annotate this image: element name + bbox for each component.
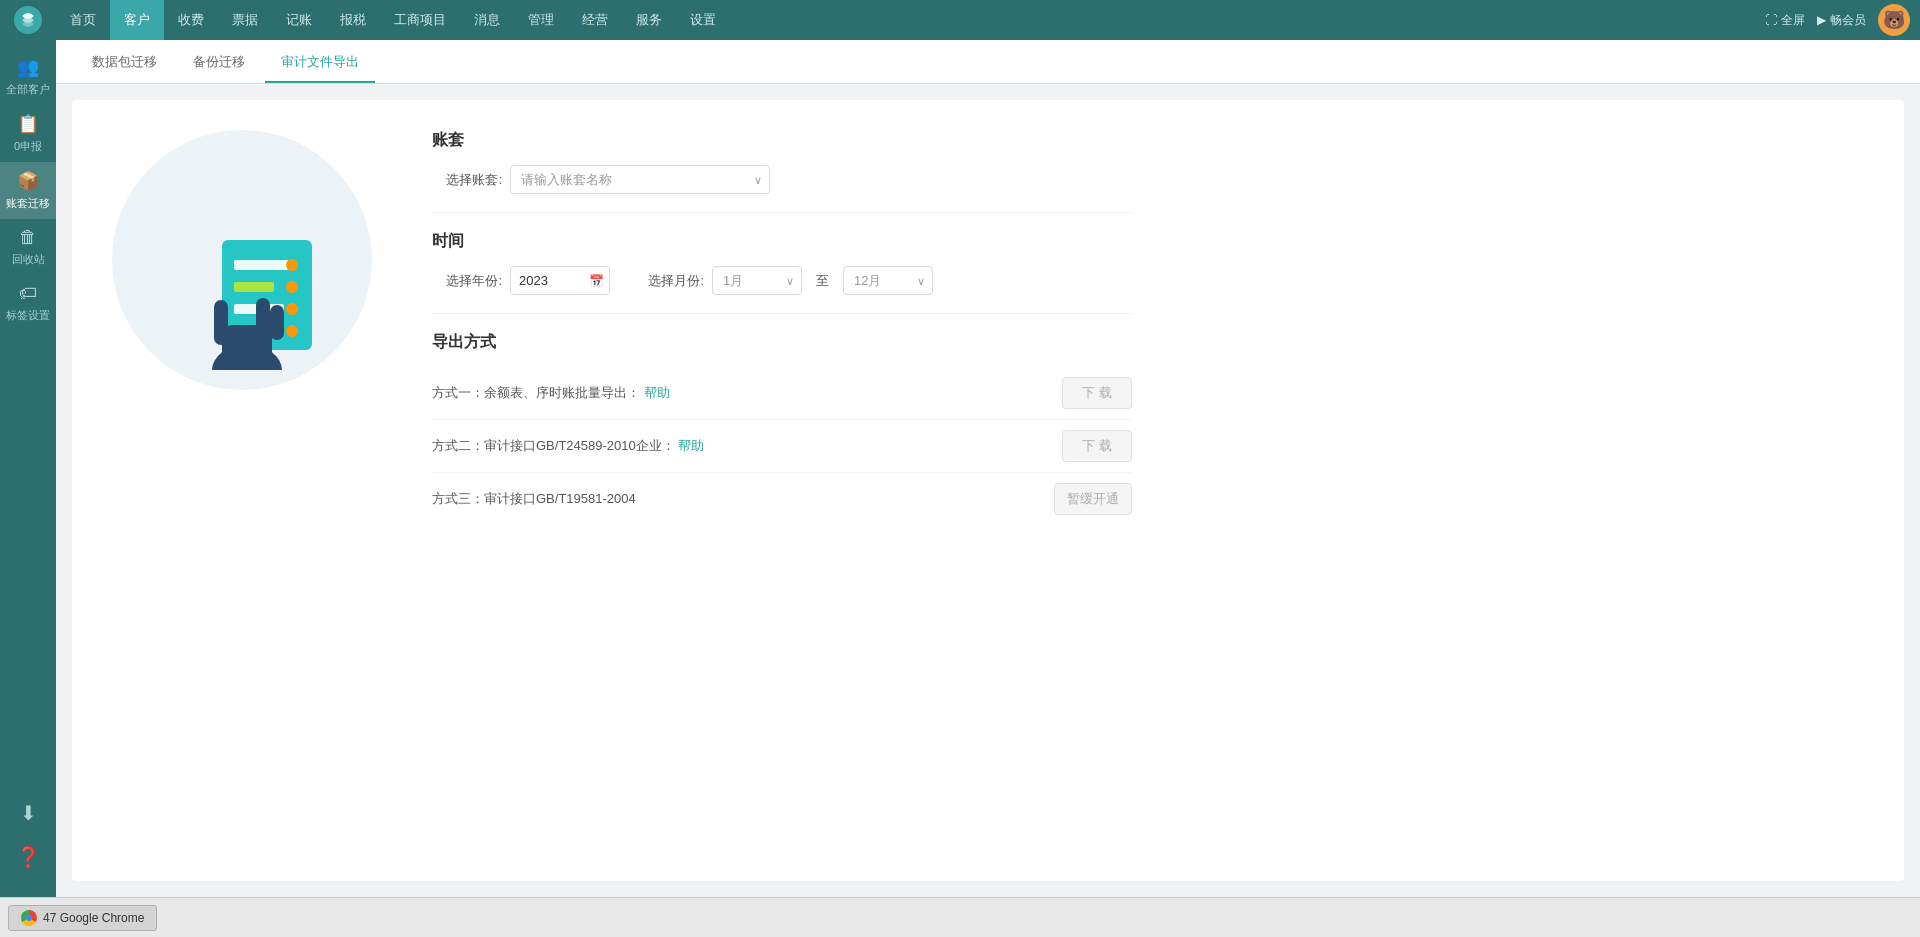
export-method-1-download-button[interactable]: 下 载 (1062, 377, 1132, 409)
top-navigation: 首页 客户 收费 票据 记账 报税 工商项目 消息 管理 经营 服务 设置 ⛶ … (0, 0, 1920, 40)
svg-rect-12 (214, 300, 228, 345)
sidebar-item-recycle-bin[interactable]: 🗑 回收站 (0, 219, 56, 275)
month-end-wrapper: 1月2月3月4月 5月6月7月8月 9月10月11月12月 (843, 266, 933, 295)
content-area: 数据包迁移 备份迁移 审计文件导出 (56, 40, 1920, 897)
month-label: 选择月份: (634, 272, 704, 290)
nav-home[interactable]: 首页 (56, 0, 110, 40)
taskbar: 47 Google Chrome (0, 897, 1920, 937)
app-logo (10, 2, 46, 38)
member-button[interactable]: ▶ 畅会员 (1817, 12, 1866, 29)
fullscreen-icon: ⛶ (1765, 13, 1777, 27)
export-method-3-coming-soon-button[interactable]: 暂缓开通 (1054, 483, 1132, 515)
account-migration-icon: 📦 (17, 170, 39, 192)
account-select-wrapper: 请输入账套名称 (510, 165, 770, 194)
illustration-container (112, 130, 372, 390)
sidebar-item-all-customers[interactable]: 👥 全部客户 (0, 48, 56, 105)
chrome-icon (21, 910, 37, 926)
time-row: 选择年份: 选择月份: 1月2月3月4月 5月6月7月8月 9月10月11月12… (432, 266, 1132, 295)
account-select-row: 选择账套: 请输入账套名称 (432, 165, 1132, 194)
nav-fees[interactable]: 收费 (164, 0, 218, 40)
time-section-title: 时间 (432, 231, 1132, 252)
page-content: 账套 选择账套: 请输入账套名称 时间 选择年份: (72, 100, 1904, 881)
main-layout: 👥 全部客户 📋 0申报 📦 账套迁移 🗑 回收站 🏷 标签设置 ⬇ ❓ 数据包… (0, 40, 1920, 897)
tag-settings-icon: 🏷 (19, 283, 37, 304)
svg-point-8 (286, 303, 298, 315)
avatar[interactable]: 🐻 (1878, 4, 1910, 36)
svg-rect-13 (256, 298, 270, 340)
year-input-wrapper (510, 266, 610, 295)
sidebar-bottom: ⬇ ❓ (8, 793, 48, 889)
account-select-label: 选择账套: (432, 171, 502, 189)
svg-rect-3 (234, 282, 274, 292)
svg-point-6 (286, 259, 298, 271)
sidebar-item-account-migration[interactable]: 📦 账套迁移 (0, 162, 56, 219)
account-select[interactable]: 请输入账套名称 (510, 165, 770, 194)
sidebar-help-icon[interactable]: ❓ (8, 837, 48, 877)
svg-rect-2 (234, 260, 289, 270)
export-method-3-desc: 方式三：审计接口GB/T19581-2004 (432, 490, 636, 508)
export-method-2-download-button[interactable]: 下 载 (1062, 430, 1132, 462)
to-text: 至 (816, 272, 829, 290)
export-method-1-desc: 方式一：余额表、序时账批量导出： 帮助 (432, 384, 670, 402)
month-start-select[interactable]: 1月2月3月4月 5月6月7月8月 9月10月11月12月 (712, 266, 802, 295)
year-label: 选择年份: (432, 272, 502, 290)
recycle-bin-icon: 🗑 (19, 227, 37, 248)
nav-tax[interactable]: 报税 (326, 0, 380, 40)
illustration-circle (112, 130, 372, 390)
nav-invoices[interactable]: 票据 (218, 0, 272, 40)
tabs-bar: 数据包迁移 备份迁移 审计文件导出 (56, 40, 1920, 84)
form-panel: 账套 选择账套: 请输入账套名称 时间 选择年份: (432, 130, 1132, 525)
nav-services[interactable]: 服务 (622, 0, 676, 40)
nav-items: 首页 客户 收费 票据 记账 报税 工商项目 消息 管理 经营 服务 设置 (56, 0, 1765, 40)
taskbar-chrome-label: 47 Google Chrome (43, 911, 144, 925)
zero-declaration-icon: 📋 (17, 113, 39, 135)
nav-messages[interactable]: 消息 (460, 0, 514, 40)
taskbar-chrome-item[interactable]: 47 Google Chrome (8, 905, 157, 931)
export-section-title: 导出方式 (432, 332, 1132, 353)
section-divider-2 (432, 313, 1132, 314)
nav-customers[interactable]: 客户 (110, 0, 164, 40)
all-customers-icon: 👥 (17, 56, 39, 78)
nav-accounting[interactable]: 记账 (272, 0, 326, 40)
sidebar-item-tag-settings[interactable]: 🏷 标签设置 (0, 275, 56, 331)
month-end-select[interactable]: 1月2月3月4月 5月6月7月8月 9月10月11月12月 (843, 266, 933, 295)
svg-rect-14 (270, 305, 284, 340)
svg-point-9 (286, 325, 298, 337)
month-start-wrapper: 1月2月3月4月 5月6月7月8月 9月10月11月12月 (712, 266, 802, 295)
fullscreen-button[interactable]: ⛶ 全屏 (1765, 12, 1805, 29)
tab-backup-migration[interactable]: 备份迁移 (177, 43, 261, 83)
sidebar-download-icon[interactable]: ⬇ (8, 793, 48, 833)
svg-point-7 (286, 281, 298, 293)
account-section-title: 账套 (432, 130, 1132, 151)
left-sidebar: 👥 全部客户 📋 0申报 📦 账套迁移 🗑 回收站 🏷 标签设置 ⬇ ❓ (0, 40, 56, 897)
section-divider-1 (432, 212, 1132, 213)
year-input[interactable] (510, 266, 610, 295)
export-method-1-help-link[interactable]: 帮助 (644, 385, 670, 400)
top-nav-right: ⛶ 全屏 ▶ 畅会员 🐻 (1765, 4, 1910, 36)
export-method-2: 方式二：审计接口GB/T24589-2010企业： 帮助 下 载 (432, 420, 1132, 473)
tab-data-migration[interactable]: 数据包迁移 (76, 43, 173, 83)
export-method-2-desc: 方式二：审计接口GB/T24589-2010企业： 帮助 (432, 437, 704, 455)
nav-operations[interactable]: 经营 (568, 0, 622, 40)
nav-settings[interactable]: 设置 (676, 0, 730, 40)
sidebar-item-zero-declaration[interactable]: 📋 0申报 (0, 105, 56, 162)
export-method-2-help-link[interactable]: 帮助 (678, 438, 704, 453)
export-method-3: 方式三：审计接口GB/T19581-2004 暂缓开通 (432, 473, 1132, 525)
nav-management[interactable]: 管理 (514, 0, 568, 40)
export-method-1: 方式一：余额表、序时账批量导出： 帮助 下 载 (432, 367, 1132, 420)
nav-business[interactable]: 工商项目 (380, 0, 460, 40)
tab-audit-export[interactable]: 审计文件导出 (265, 43, 375, 83)
member-icon: ▶ (1817, 13, 1826, 27)
